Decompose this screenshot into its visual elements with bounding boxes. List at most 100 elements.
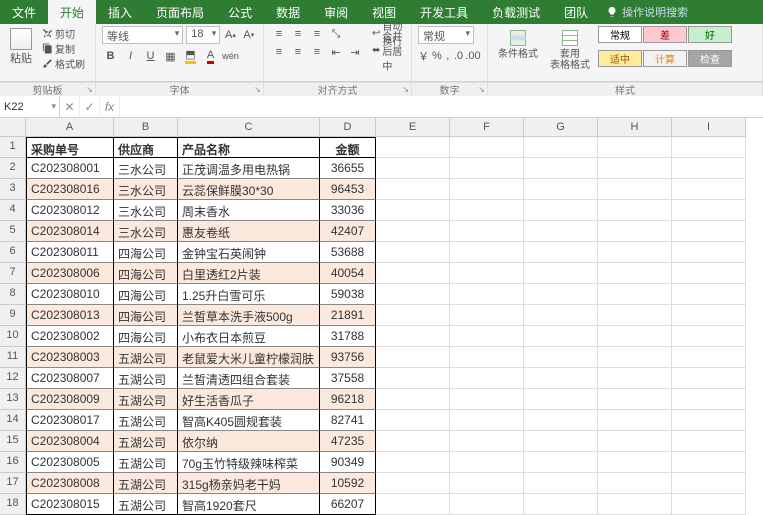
align-top-button[interactable]: ≡: [270, 26, 288, 42]
cell-style-差[interactable]: 差: [643, 26, 687, 43]
align-center-button[interactable]: ≡: [289, 44, 307, 60]
cell-15F[interactable]: [450, 431, 524, 452]
cell-10H[interactable]: [598, 326, 672, 347]
row-header-17[interactable]: 17: [0, 473, 26, 494]
cell-1B[interactable]: 供应商: [114, 137, 178, 158]
copy-button[interactable]: 复制: [40, 41, 87, 55]
cell-3F[interactable]: [450, 179, 524, 200]
cut-button[interactable]: 剪切: [40, 26, 87, 40]
cell-14I[interactable]: [672, 410, 746, 431]
cell-13F[interactable]: [450, 389, 524, 410]
cell-9E[interactable]: [376, 305, 450, 326]
fill-color-button[interactable]: ⬒: [182, 47, 200, 65]
cell-10A[interactable]: C202308002: [26, 326, 114, 347]
cell-4H[interactable]: [598, 200, 672, 221]
cell-17G[interactable]: [524, 473, 598, 494]
col-header-E[interactable]: E: [376, 118, 450, 137]
cell-12F[interactable]: [450, 368, 524, 389]
fx-button[interactable]: fx: [100, 96, 120, 117]
cell-4I[interactable]: [672, 200, 746, 221]
cell-6D[interactable]: 53688: [320, 242, 376, 263]
cell-10B[interactable]: 四海公司: [114, 326, 178, 347]
cell-7C[interactable]: 白里透红2片装: [178, 263, 320, 284]
cell-16G[interactable]: [524, 452, 598, 473]
cell-11B[interactable]: 五湖公司: [114, 347, 178, 368]
cell-15D[interactable]: 47235: [320, 431, 376, 452]
tab-开始[interactable]: 开始: [48, 0, 96, 24]
cell-7F[interactable]: [450, 263, 524, 284]
cell-3G[interactable]: [524, 179, 598, 200]
cell-5B[interactable]: 三水公司: [114, 221, 178, 242]
cell-14E[interactable]: [376, 410, 450, 431]
cell-8B[interactable]: 四海公司: [114, 284, 178, 305]
cell-17C[interactable]: 315g杨亲妈老干妈: [178, 473, 320, 494]
row-header-2[interactable]: 2: [0, 158, 26, 179]
cell-12A[interactable]: C202308007: [26, 368, 114, 389]
cell-10E[interactable]: [376, 326, 450, 347]
row-header-1[interactable]: 1: [0, 137, 26, 158]
cell-8I[interactable]: [672, 284, 746, 305]
cell-styles-gallery[interactable]: 常规差好适中计算检查: [598, 26, 734, 73]
number-format-select[interactable]: 常规: [418, 26, 474, 44]
cell-2D[interactable]: 36655: [320, 158, 376, 179]
font-color-button[interactable]: A: [202, 47, 220, 65]
cell-8G[interactable]: [524, 284, 598, 305]
cell-17F[interactable]: [450, 473, 524, 494]
cell-13G[interactable]: [524, 389, 598, 410]
cell-2B[interactable]: 三水公司: [114, 158, 178, 179]
cell-12I[interactable]: [672, 368, 746, 389]
cell-13D[interactable]: 96218: [320, 389, 376, 410]
cell-5F[interactable]: [450, 221, 524, 242]
row-header-7[interactable]: 7: [0, 263, 26, 284]
cell-2F[interactable]: [450, 158, 524, 179]
border-button[interactable]: ▦: [162, 47, 180, 65]
cell-16H[interactable]: [598, 452, 672, 473]
cell-17D[interactable]: 10592: [320, 473, 376, 494]
cell-15H[interactable]: [598, 431, 672, 452]
cell-5E[interactable]: [376, 221, 450, 242]
align-left-button[interactable]: ≡: [270, 44, 288, 60]
cell-1A[interactable]: 采购单号: [26, 137, 114, 158]
cell-1G[interactable]: [524, 137, 598, 158]
cell-17B[interactable]: 五湖公司: [114, 473, 178, 494]
cell-9F[interactable]: [450, 305, 524, 326]
cell-15E[interactable]: [376, 431, 450, 452]
merge-center-button[interactable]: ⬌ 合并后居中: [370, 43, 405, 57]
comma-button[interactable]: ,: [445, 47, 452, 65]
cell-8H[interactable]: [598, 284, 672, 305]
cell-6F[interactable]: [450, 242, 524, 263]
cell-11D[interactable]: 93756: [320, 347, 376, 368]
tab-开发工具[interactable]: 开发工具: [408, 0, 480, 24]
tab-公式[interactable]: 公式: [216, 0, 264, 24]
row-header-4[interactable]: 4: [0, 200, 26, 221]
cell-9C[interactable]: 兰皙草本洗手液500g: [178, 305, 320, 326]
cell-18F[interactable]: [450, 494, 524, 515]
cell-16I[interactable]: [672, 452, 746, 473]
row-header-14[interactable]: 14: [0, 410, 26, 431]
cell-6H[interactable]: [598, 242, 672, 263]
cell-11A[interactable]: C202308003: [26, 347, 114, 368]
cell-14B[interactable]: 五湖公司: [114, 410, 178, 431]
font-size-select[interactable]: 18: [186, 26, 220, 44]
cell-8D[interactable]: 59038: [320, 284, 376, 305]
bold-button[interactable]: B: [102, 47, 120, 65]
orientation-button[interactable]: ⤡: [327, 26, 345, 42]
cell-12E[interactable]: [376, 368, 450, 389]
cell-11E[interactable]: [376, 347, 450, 368]
cell-7G[interactable]: [524, 263, 598, 284]
cell-16F[interactable]: [450, 452, 524, 473]
cell-15G[interactable]: [524, 431, 598, 452]
col-header-D[interactable]: D: [320, 118, 376, 137]
cell-2E[interactable]: [376, 158, 450, 179]
select-all-corner[interactable]: [0, 118, 26, 137]
cell-11H[interactable]: [598, 347, 672, 368]
increase-decimal-button[interactable]: .0: [454, 47, 464, 65]
decrease-decimal-button[interactable]: .00: [466, 47, 481, 65]
tab-插入[interactable]: 插入: [96, 0, 144, 24]
cell-10I[interactable]: [672, 326, 746, 347]
cell-13H[interactable]: [598, 389, 672, 410]
cell-7I[interactable]: [672, 263, 746, 284]
cell-3H[interactable]: [598, 179, 672, 200]
cell-9B[interactable]: 四海公司: [114, 305, 178, 326]
cell-11G[interactable]: [524, 347, 598, 368]
